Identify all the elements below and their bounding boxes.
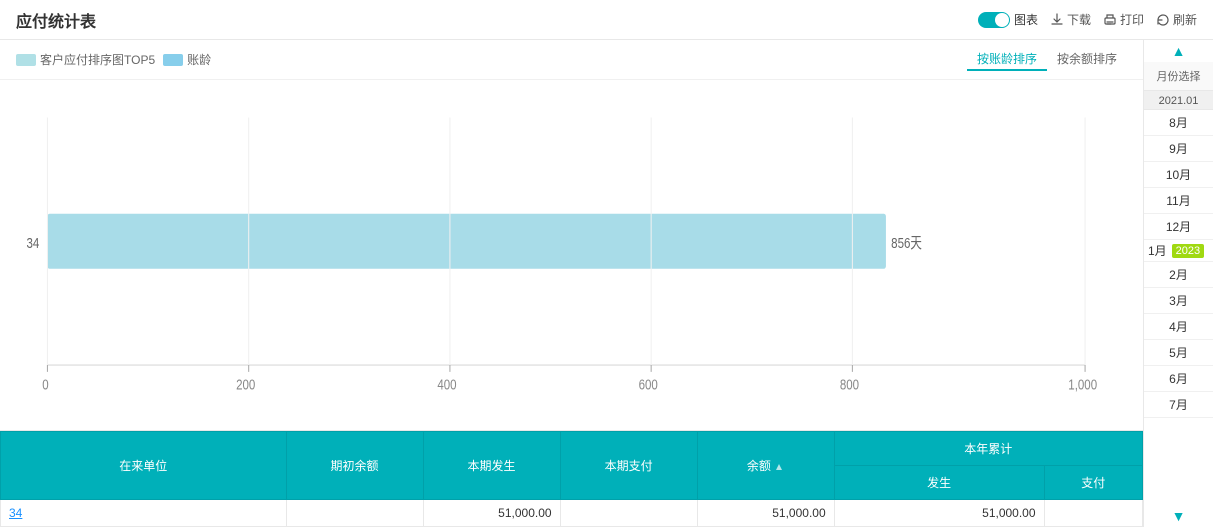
- download-label: 下载: [1067, 11, 1091, 28]
- year-badge-row: 1月 2023: [1144, 240, 1213, 262]
- month-5[interactable]: 5月: [1144, 340, 1213, 366]
- chart-header: 客户应付排序图TOP5 账龄 按账龄排序 按余额排序: [0, 40, 1143, 80]
- month-6[interactable]: 6月: [1144, 366, 1213, 392]
- month-7[interactable]: 7月: [1144, 392, 1213, 418]
- th-year-pay: 支付: [1044, 466, 1142, 500]
- td-balance: 51,000.00: [697, 500, 834, 527]
- download-button[interactable]: 下载: [1050, 11, 1091, 28]
- refresh-icon: [1156, 13, 1170, 27]
- legend-item-age: 账龄: [163, 51, 211, 68]
- month-8[interactable]: 8月: [1144, 110, 1213, 136]
- main-content: 客户应付排序图TOP5 账龄 按账龄排序 按余额排序 34: [0, 40, 1213, 527]
- table-section: 在来单位 期初余额 本期发生 本期支付 余额 本年累计: [0, 430, 1143, 527]
- th-year-occur: 发生: [834, 466, 1044, 500]
- legend-color-age: [163, 54, 183, 66]
- unit-link[interactable]: 34: [9, 506, 22, 520]
- th-balance: 余额: [697, 432, 834, 500]
- month-4[interactable]: 4月: [1144, 314, 1213, 340]
- data-table: 在来单位 期初余额 本期发生 本期支付 余额 本年累计: [0, 431, 1143, 527]
- table-row: 34 51,000.00 51,000.00 51,000.00: [1, 500, 1143, 527]
- refresh-button[interactable]: 刷新: [1156, 11, 1197, 28]
- chart-area: 34 856天 0 200 400: [0, 80, 1143, 430]
- print-label: 打印: [1120, 11, 1144, 28]
- legend-item-bar: 客户应付排序图TOP5: [16, 51, 155, 68]
- chart-section: 客户应付排序图TOP5 账龄 按账龄排序 按余额排序 34: [0, 40, 1143, 527]
- th-unit: 在来单位: [1, 432, 287, 500]
- header: 应付统计表 图表 下载 打印: [0, 0, 1213, 40]
- sidebar-current-year: 2021.01: [1144, 91, 1213, 110]
- th-current-pay: 本期支付: [560, 432, 697, 500]
- svg-text:1,000: 1,000: [1068, 376, 1097, 393]
- legend-age-label: 账龄: [187, 51, 211, 68]
- chart-toggle-label: 图表: [1014, 11, 1038, 28]
- page-title: 应付统计表: [16, 8, 96, 32]
- chart-svg: 34 856天 0 200 400: [16, 90, 1127, 420]
- td-current-pay: [560, 500, 697, 527]
- scroll-down-button[interactable]: ▼: [1144, 505, 1213, 527]
- app-container: 应付统计表 图表 下载 打印: [0, 0, 1213, 527]
- th-opening: 期初余额: [286, 432, 423, 500]
- svg-text:800: 800: [840, 376, 859, 393]
- refresh-label: 刷新: [1173, 11, 1197, 28]
- td-year-pay: [1044, 500, 1142, 527]
- scroll-up-button[interactable]: ▲: [1144, 40, 1213, 62]
- legend-bar-label: 客户应付排序图TOP5: [40, 51, 155, 68]
- td-unit: 34: [1, 500, 287, 527]
- header-actions: 图表 下载 打印 刷新: [978, 11, 1197, 28]
- print-icon: [1103, 13, 1117, 27]
- td-current-occur: 51,000.00: [423, 500, 560, 527]
- sort-by-age-button[interactable]: 按账龄排序: [967, 48, 1047, 71]
- th-year-group: 本年累计: [834, 432, 1142, 466]
- legend-color-bar: [16, 54, 36, 66]
- td-year-occur: 51,000.00: [834, 500, 1044, 527]
- print-button[interactable]: 打印: [1103, 11, 1144, 28]
- td-opening: [286, 500, 423, 527]
- download-icon: [1050, 13, 1064, 27]
- month-1[interactable]: 1月: [1148, 242, 1167, 259]
- svg-text:400: 400: [437, 376, 456, 393]
- month-12[interactable]: 12月: [1144, 214, 1213, 240]
- sidebar-months: 8月 9月 10月 11月 12月 1月 2023 2月 3月 4月 5月 6月…: [1144, 110, 1213, 505]
- chart-toggle-wrap[interactable]: 图表: [978, 11, 1038, 28]
- month-11[interactable]: 11月: [1144, 188, 1213, 214]
- chart-legend: 客户应付排序图TOP5 账龄: [16, 51, 211, 68]
- month-3[interactable]: 3月: [1144, 288, 1213, 314]
- svg-text:0: 0: [42, 376, 48, 393]
- th-current-occur: 本期发生: [423, 432, 560, 500]
- balance-sort-icon: [774, 462, 784, 472]
- month-10[interactable]: 10月: [1144, 162, 1213, 188]
- sidebar-title: 月份选择: [1144, 62, 1213, 91]
- sort-by-balance-button[interactable]: 按余额排序: [1047, 48, 1127, 71]
- svg-text:856天: 856天: [891, 235, 922, 252]
- right-sidebar: ▲ 月份选择 2021.01 8月 9月 10月 11月 12月 1月 2023…: [1143, 40, 1213, 527]
- chart-toggle[interactable]: [978, 12, 1010, 28]
- month-2[interactable]: 2月: [1144, 262, 1213, 288]
- year-badge: 2023: [1172, 244, 1204, 258]
- month-9[interactable]: 9月: [1144, 136, 1213, 162]
- chart-sort-buttons: 按账龄排序 按余额排序: [967, 48, 1127, 71]
- svg-text:600: 600: [639, 376, 658, 393]
- svg-text:34: 34: [26, 235, 39, 252]
- svg-text:200: 200: [236, 376, 255, 393]
